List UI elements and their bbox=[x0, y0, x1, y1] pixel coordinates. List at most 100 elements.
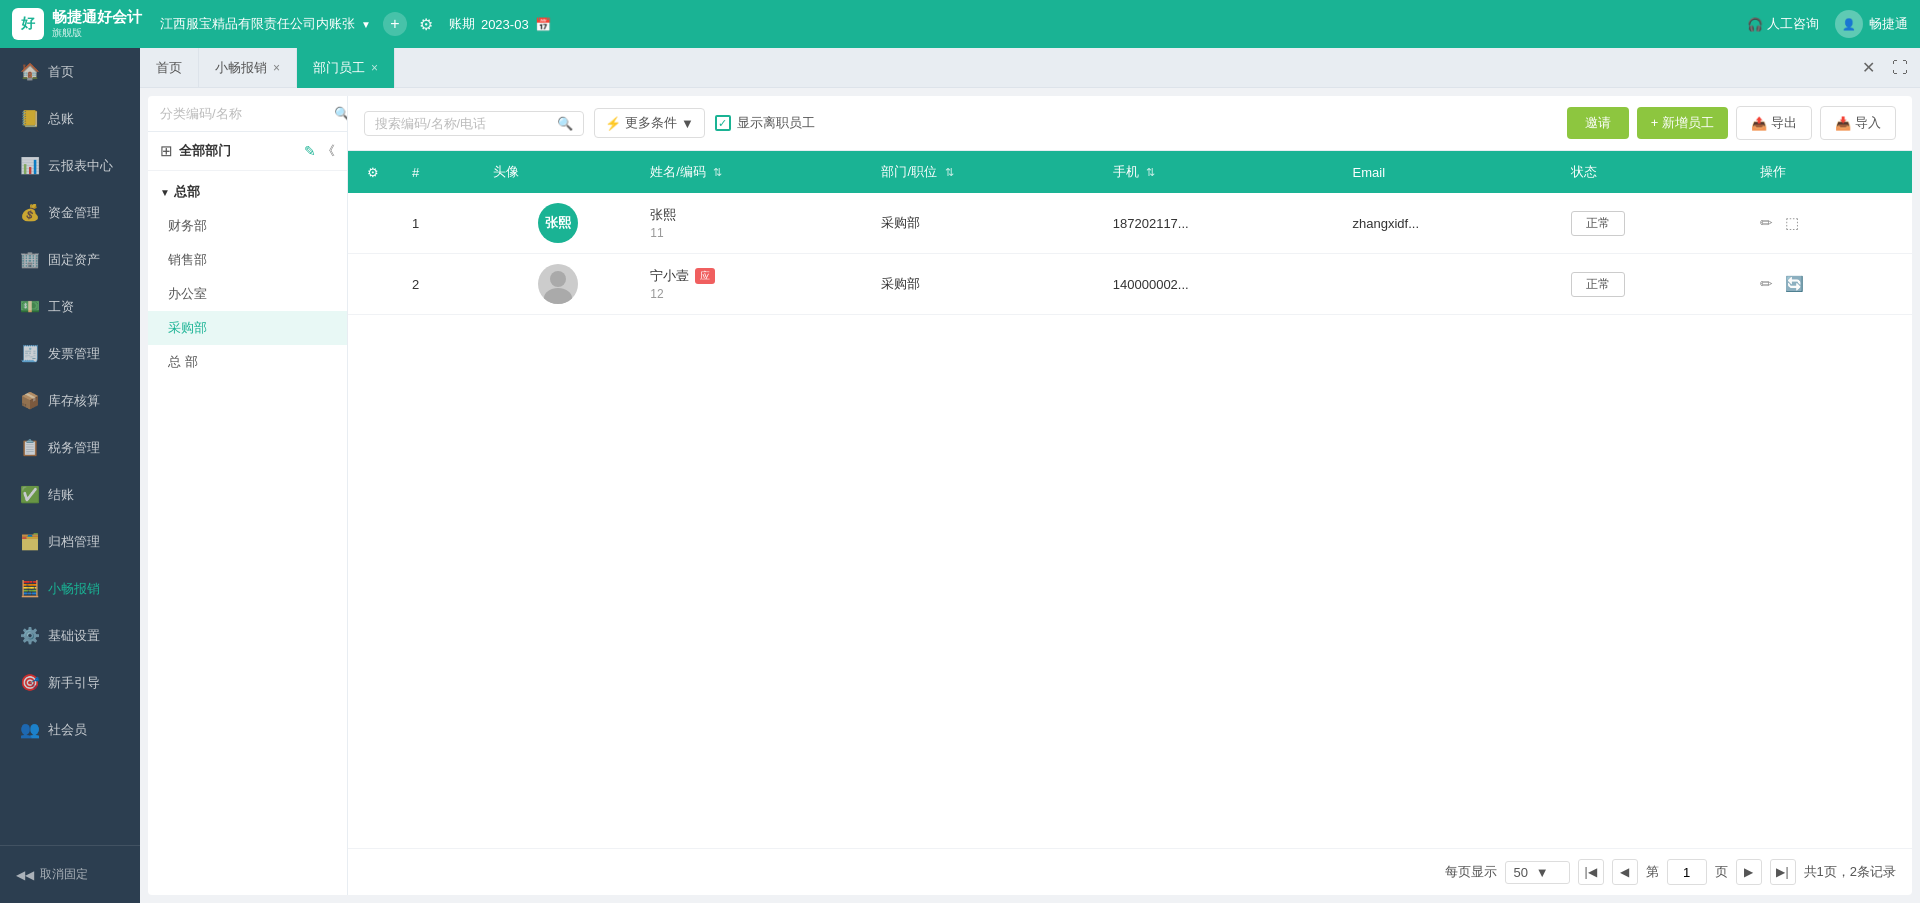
search-input[interactable] bbox=[375, 116, 551, 131]
svg-point-0 bbox=[550, 271, 566, 287]
sidebar-label-invoice: 发票管理 bbox=[48, 345, 100, 363]
sidebar-item-ledger[interactable]: 📒 总账 bbox=[0, 95, 140, 142]
tab-expand-button[interactable]: ⛶ bbox=[1888, 56, 1912, 80]
sidebar: 🏠 首页 📒 总账 📊 云报表中心 💰 资金管理 🏢 固定资产 💵 工资 🧾 发… bbox=[0, 48, 140, 903]
edit-icon-1[interactable]: ✏ bbox=[1760, 214, 1773, 232]
filter-button[interactable]: ⚡ 更多条件 ▼ bbox=[594, 108, 705, 138]
logout-icon-1[interactable]: ⬚ bbox=[1785, 214, 1799, 232]
dept-edit-icon[interactable]: ✎ bbox=[304, 143, 316, 159]
sidebar-item-guide[interactable]: 🎯 新手引导 bbox=[0, 659, 140, 706]
dept-node-purchase[interactable]: 采购部 bbox=[148, 311, 347, 345]
cancel-fixed-label: 取消固定 bbox=[40, 866, 88, 883]
sidebar-item-archive[interactable]: 🗂️ 归档管理 bbox=[0, 518, 140, 565]
th-index: # bbox=[398, 151, 479, 193]
sort-dept-icon: ⇅ bbox=[945, 166, 954, 178]
company-selector[interactable]: 江西服宝精品有限责任公司内账张 ▼ bbox=[160, 15, 371, 33]
archive-icon: 🗂️ bbox=[20, 532, 38, 551]
invite-button[interactable]: 邀请 bbox=[1567, 107, 1629, 139]
dept-node-label-general: 总部 bbox=[174, 183, 200, 201]
dept-node-general2[interactable]: 总 部 bbox=[148, 345, 347, 379]
sidebar-bottom: ◀◀ 取消固定 bbox=[0, 845, 140, 903]
th-phone[interactable]: 手机 ⇅ bbox=[1099, 151, 1339, 193]
td-dept-2: 采购部 bbox=[867, 254, 1098, 315]
next-page-button[interactable]: ▶ bbox=[1736, 859, 1762, 885]
employee-name-1: 张熙 bbox=[650, 206, 853, 224]
sidebar-label-guide: 新手引导 bbox=[48, 674, 100, 692]
td-index-1: 1 bbox=[398, 193, 479, 254]
dept-search-area: 🔍 bbox=[148, 96, 347, 132]
sidebar-item-salary[interactable]: 💵 工资 bbox=[0, 283, 140, 330]
sidebar-item-reports[interactable]: 📊 云报表中心 bbox=[0, 142, 140, 189]
tab-employees-close[interactable]: × bbox=[371, 61, 378, 75]
cancel-fixed-button[interactable]: ◀◀ 取消固定 bbox=[0, 856, 140, 893]
import-button[interactable]: 📥 导入 bbox=[1820, 106, 1896, 140]
tab-home[interactable]: 首页 bbox=[140, 48, 199, 88]
home-icon: 🏠 bbox=[20, 62, 38, 81]
sidebar-label-checkout: 结账 bbox=[48, 486, 74, 504]
sidebar-item-home[interactable]: 🏠 首页 bbox=[0, 48, 140, 95]
tabs-right: ✕ ⛶ bbox=[1856, 56, 1920, 80]
sidebar-item-inventory[interactable]: 📦 库存核算 bbox=[0, 377, 140, 424]
dept-node-office[interactable]: 办公室 bbox=[148, 277, 347, 311]
dept-collapse-icon[interactable]: 《 bbox=[322, 142, 335, 160]
prev-page-button[interactable]: ◀ bbox=[1612, 859, 1638, 885]
total-info: 共1页，2条记录 bbox=[1804, 863, 1896, 881]
page-content: 🔍 ⊞ 全部部门 ✎ 《 ▼ 总部 财务部 bbox=[148, 96, 1912, 895]
service-button[interactable]: 🎧 人工咨询 bbox=[1747, 15, 1819, 33]
calendar-icon[interactable]: 📅 bbox=[535, 17, 551, 32]
import-label: 导入 bbox=[1855, 114, 1881, 132]
th-name-code[interactable]: 姓名/编码 ⇅ bbox=[636, 151, 867, 193]
td-phone-1: 187202117... bbox=[1099, 193, 1339, 254]
tab-close-button[interactable]: ✕ bbox=[1856, 56, 1880, 80]
export-label: 导出 bbox=[1771, 114, 1797, 132]
export-button[interactable]: 📤 导出 bbox=[1736, 106, 1812, 140]
dept-node-sales[interactable]: 销售部 bbox=[148, 243, 347, 277]
sidebar-item-checkout[interactable]: ✅ 结账 bbox=[0, 471, 140, 518]
show-resigned-checkbox[interactable]: ✓ bbox=[715, 115, 731, 131]
sidebar-item-expense[interactable]: 🧮 小畅报销 bbox=[0, 565, 140, 612]
show-resigned-checkbox-area[interactable]: ✓ 显示离职员工 bbox=[715, 114, 815, 132]
sidebar-item-settings[interactable]: ⚙️ 基础设置 bbox=[0, 612, 140, 659]
settings-icon[interactable]: ⚙ bbox=[419, 15, 433, 34]
import-icon: 📥 bbox=[1835, 116, 1851, 131]
dept-node-general[interactable]: ▼ 总部 bbox=[148, 175, 347, 209]
tab-expense[interactable]: 小畅报销 × bbox=[199, 48, 297, 88]
add-company-button[interactable]: + bbox=[383, 12, 407, 36]
search-icon[interactable]: 🔍 bbox=[334, 106, 348, 121]
page-label: 第 bbox=[1646, 863, 1659, 881]
user-area[interactable]: 👤 畅捷通 bbox=[1835, 10, 1908, 38]
sidebar-item-partners[interactable]: 👥 社会员 bbox=[0, 706, 140, 753]
sidebar-item-assets[interactable]: 🏢 固定资产 bbox=[0, 236, 140, 283]
add-employee-button[interactable]: + 新增员工 bbox=[1637, 107, 1728, 139]
th-settings[interactable]: ⚙ bbox=[348, 151, 398, 193]
tab-employees[interactable]: 部门员工 × bbox=[297, 48, 395, 88]
th-dept-position[interactable]: 部门/职位 ⇅ bbox=[867, 151, 1098, 193]
dept-header: ⊞ 全部部门 ✎ 《 bbox=[148, 132, 347, 171]
sidebar-item-funds[interactable]: 💰 资金管理 bbox=[0, 189, 140, 236]
sidebar-item-tax[interactable]: 📋 税务管理 bbox=[0, 424, 140, 471]
status-badge-2: 正常 bbox=[1571, 272, 1625, 297]
tab-employees-label: 部门员工 bbox=[313, 59, 365, 77]
first-page-button[interactable]: |◀ bbox=[1578, 859, 1604, 885]
dept-search-input[interactable] bbox=[160, 106, 328, 121]
dept-node-finance[interactable]: 财务部 bbox=[148, 209, 347, 243]
delete-icon-2[interactable]: 🔄 bbox=[1785, 275, 1804, 293]
sidebar-item-invoice[interactable]: 🧾 发票管理 bbox=[0, 330, 140, 377]
expand-triangle-icon: ▼ bbox=[160, 187, 170, 198]
tab-expense-close[interactable]: × bbox=[273, 61, 280, 75]
td-avatar-2 bbox=[479, 254, 636, 315]
per-page-select[interactable]: 50 ▼ bbox=[1505, 861, 1570, 884]
period-value: 2023-03 bbox=[481, 17, 529, 32]
page-number-input[interactable] bbox=[1667, 859, 1707, 885]
last-page-button[interactable]: ▶| bbox=[1770, 859, 1796, 885]
page-suffix: 页 bbox=[1715, 863, 1728, 881]
avatar-2 bbox=[538, 264, 578, 304]
inventory-icon: 📦 bbox=[20, 391, 38, 410]
per-page-chevron-icon: ▼ bbox=[1536, 865, 1549, 880]
search-icon-toolbar[interactable]: 🔍 bbox=[557, 116, 573, 131]
pin-icon: ◀◀ bbox=[16, 868, 34, 882]
th-status: 状态 bbox=[1557, 151, 1746, 193]
period-area: 账期 2023-03 📅 bbox=[449, 15, 551, 33]
edit-icon-2[interactable]: ✏ bbox=[1760, 275, 1773, 293]
pagination: 每页显示 50 ▼ |◀ ◀ 第 页 ▶ ▶| 共1页，2条记录 bbox=[348, 848, 1912, 895]
